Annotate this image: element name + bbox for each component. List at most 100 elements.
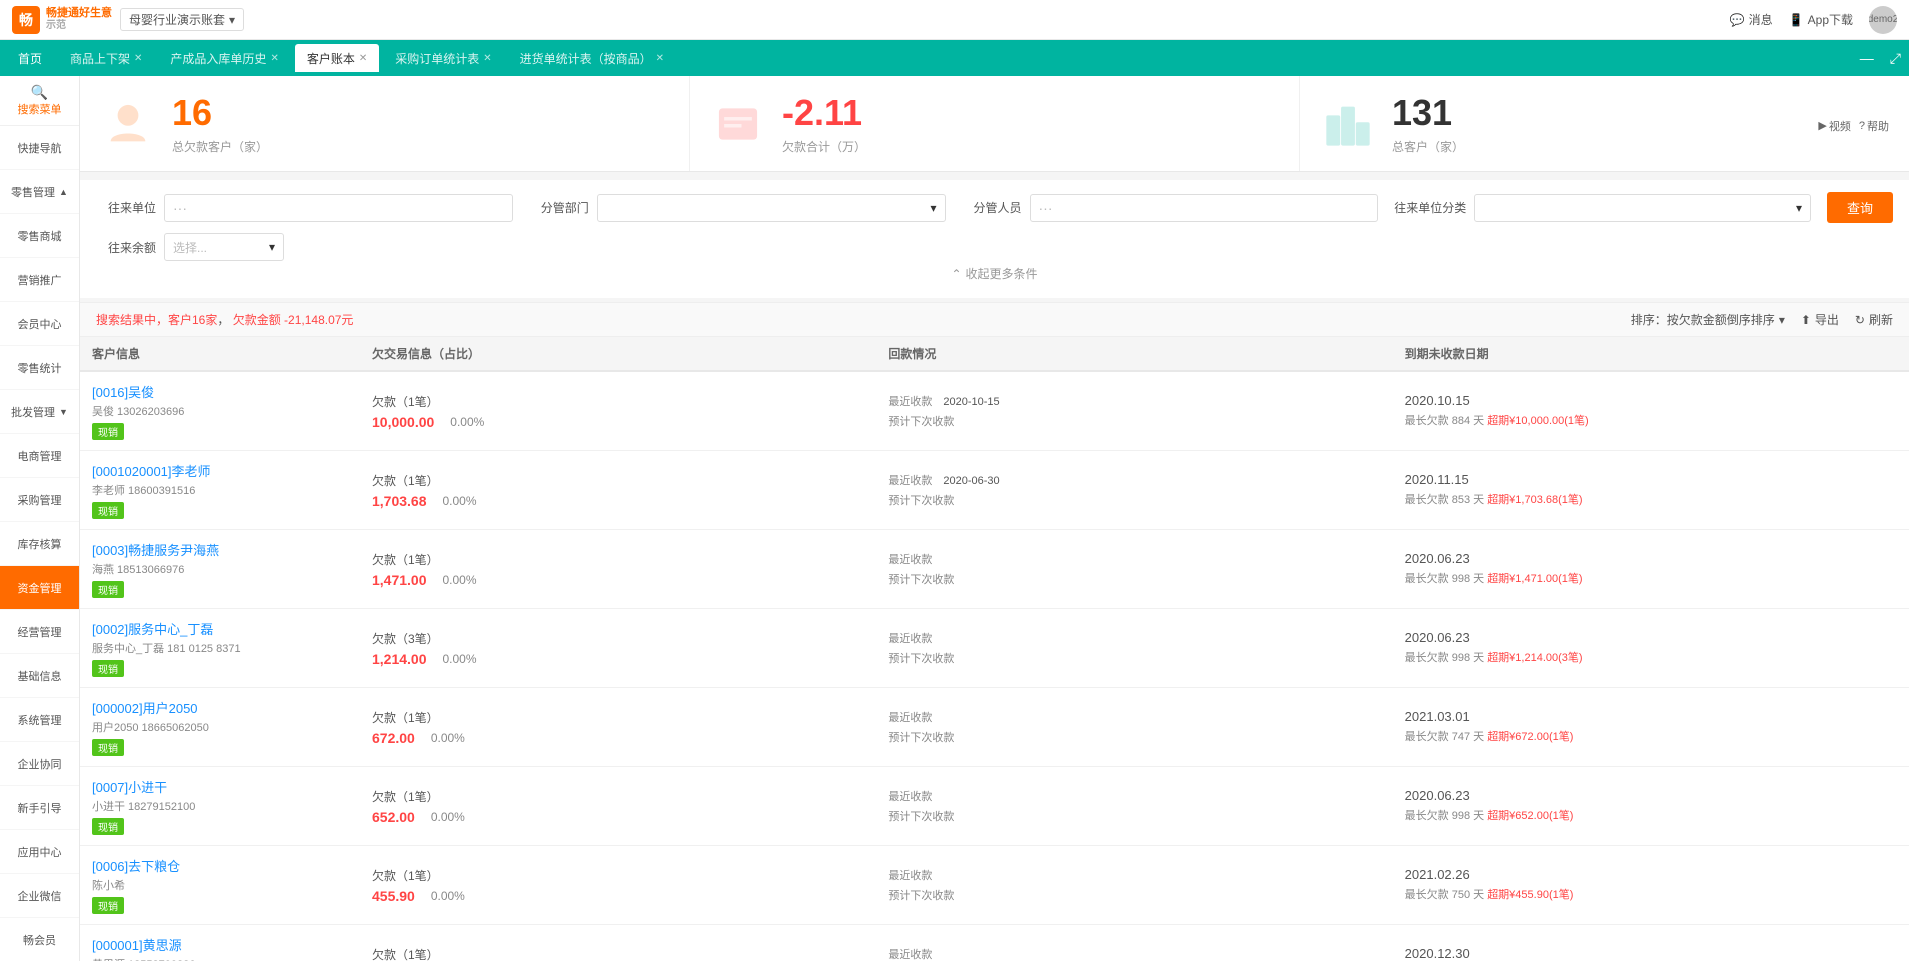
- sidebar-item-basic-info[interactable]: 基础信息: [0, 654, 79, 698]
- overdue-info-3: 最长欠款 998 天 超期¥1,214.00(3笔): [1405, 649, 1897, 665]
- refresh-button[interactable]: ↻ 刷新: [1855, 311, 1893, 328]
- sidebar-item-guide[interactable]: 新手引导: [0, 786, 79, 830]
- debt-amount-link-2[interactable]: 1,471.00: [372, 572, 427, 588]
- overdue-link-5[interactable]: 超期¥652.00(1笔): [1487, 810, 1573, 822]
- sidebar-item-marketing[interactable]: 营销推广: [0, 258, 79, 302]
- stats-row: 16 总欠款客户（家） -2.11 欠款合计（万）: [80, 76, 1909, 172]
- tab-products[interactable]: 产成品入库单历史 ✕: [158, 44, 290, 72]
- tab-close-goods[interactable]: ✕: [134, 53, 142, 64]
- sidebar-item-enterprise[interactable]: 企业协同: [0, 742, 79, 786]
- customer-name-link-1[interactable]: [0001020001]李老师: [92, 464, 211, 479]
- stat-card-customers: 16 总欠款客户（家）: [80, 76, 690, 171]
- sort-button[interactable]: 排序：按欠款金额倒序排序 ▾: [1631, 311, 1785, 328]
- sidebar-item-finance[interactable]: 资金管理: [0, 566, 79, 610]
- avatar[interactable]: demo2: [1869, 6, 1897, 34]
- customer-contact-4: 用户2050 18665062050: [92, 719, 348, 735]
- filter-item-dept: 分管部门 ▾: [529, 194, 946, 222]
- recent-pay-4: 最近收款: [888, 709, 1380, 725]
- tab-inbound[interactable]: 进货单统计表（按商品） ✕: [508, 44, 676, 72]
- debt-row-4: 672.00 0.00%: [372, 730, 864, 746]
- sidebar-item-operations[interactable]: 经营管理: [0, 610, 79, 654]
- customer-name-link-5[interactable]: [0007]小进干: [92, 780, 167, 795]
- overdue-link-0[interactable]: 超期¥10,000.00(1笔): [1487, 415, 1589, 427]
- sidebar-item-retail-mgmt[interactable]: 零售管理 ▲: [0, 170, 79, 214]
- sidebar-search[interactable]: 🔍 搜索菜单: [0, 76, 79, 126]
- overdue-link-1[interactable]: 超期¥1,703.68(1笔): [1487, 494, 1582, 506]
- tab-close-purchase[interactable]: ✕: [483, 53, 491, 64]
- sidebar-item-inventory[interactable]: 库存核算: [0, 522, 79, 566]
- tab-customer-ledger[interactable]: 客户账本 ✕: [295, 44, 379, 72]
- sidebar-item-retail-stats[interactable]: 零售统计: [0, 346, 79, 390]
- export-button[interactable]: ⬆ 导出: [1801, 311, 1839, 328]
- filter-select-category[interactable]: ▾: [1474, 194, 1811, 222]
- filter-input-unit[interactable]: ···: [164, 194, 513, 222]
- debt-amount-link-6[interactable]: 455.90: [372, 888, 415, 904]
- collapse-bar[interactable]: ⌃ 收起更多条件: [96, 261, 1893, 286]
- col-header-due-date: 到期未收款日期: [1393, 337, 1909, 370]
- customer-name-link-3[interactable]: [0002]服务中心_丁磊: [92, 622, 213, 637]
- filter-input-person[interactable]: ···: [1030, 194, 1379, 222]
- customer-name-link-7[interactable]: [000001]黄思源: [92, 938, 182, 953]
- recent-pay-3: 最近收款: [888, 630, 1380, 646]
- overdue-link-3[interactable]: 超期¥1,214.00(3笔): [1487, 652, 1582, 664]
- sidebar-item-member2[interactable]: 畅会员: [0, 918, 79, 961]
- recent-pay-0: 最近收款 2020-10-15: [888, 393, 1380, 409]
- stat-label-customers: 总欠款客户（家）: [172, 138, 268, 155]
- tab-goods[interactable]: 商品上下架 ✕: [58, 44, 154, 72]
- debt-label-0: 欠款（1笔）: [372, 393, 864, 410]
- app-download-button[interactable]: 📱 App下载: [1789, 11, 1853, 28]
- due-date-4: 2021.03.01: [1405, 709, 1897, 724]
- company-select[interactable]: 母婴行业演示账套 ▾: [120, 8, 244, 31]
- customer-tag-3: 现销: [92, 660, 124, 677]
- tab-close-inbound[interactable]: ✕: [656, 53, 664, 64]
- sidebar-item-member[interactable]: 会员中心: [0, 302, 79, 346]
- debt-amount-link-5[interactable]: 652.00: [372, 809, 415, 825]
- debt-amount-link-4[interactable]: 672.00: [372, 730, 415, 746]
- sidebar-item-quick-nav[interactable]: 快捷导航: [0, 126, 79, 170]
- customer-name-link-0[interactable]: [0016]吴俊: [92, 385, 154, 400]
- filter-select-balance[interactable]: 选择... ▾: [164, 233, 284, 261]
- sidebar-item-wechat[interactable]: 企业微信: [0, 874, 79, 918]
- debt-amount-link-0[interactable]: 10,000.00: [372, 414, 434, 430]
- debt-amount-link-3[interactable]: 1,214.00: [372, 651, 427, 667]
- table-row: [000001]黄思源 黄思源 13552700226 现销 欠款（1笔） 42…: [80, 925, 1909, 961]
- video-button[interactable]: ▶ 视频: [1818, 118, 1850, 134]
- overdue-link-4[interactable]: 超期¥672.00(1笔): [1487, 731, 1573, 743]
- cell-due-0: 2020.10.15 最长欠款 884 天 超期¥10,000.00(1笔): [1393, 383, 1909, 440]
- debt-row-1: 1,703.68 0.00%: [372, 493, 864, 509]
- help-button[interactable]: ? 帮助: [1859, 118, 1889, 134]
- sidebar-item-system[interactable]: 系统管理: [0, 698, 79, 742]
- customer-name-link-4[interactable]: [000002]用户2050: [92, 701, 198, 716]
- overdue-link-2[interactable]: 超期¥1,471.00(1笔): [1487, 573, 1582, 585]
- customer-contact-7: 黄思源 13552700226: [92, 956, 348, 961]
- table-body: [0016]吴俊 吴俊 13026203696 现销 欠款（1笔） 10,000…: [80, 372, 1909, 961]
- tab-collapse-icon[interactable]: —: [1856, 50, 1878, 66]
- customer-name-link-6[interactable]: [0006]去下粮仓: [92, 859, 180, 874]
- message-button[interactable]: 💬 消息: [1730, 11, 1773, 28]
- filter-label-balance: 往来余额: [96, 239, 156, 256]
- filter-label-category: 往来单位分类: [1394, 199, 1466, 216]
- overdue-link-6[interactable]: 超期¥455.90(1笔): [1487, 889, 1573, 901]
- cell-debt-0: 欠款（1笔） 10,000.00 0.00%: [360, 383, 876, 440]
- overdue-info-5: 最长欠款 998 天 超期¥652.00(1笔): [1405, 807, 1897, 823]
- query-button[interactable]: 查询: [1827, 192, 1893, 223]
- debt-percent-5: 0.00%: [431, 810, 465, 824]
- tab-home[interactable]: 首页: [6, 44, 54, 72]
- next-collect-2: 预计下次收款: [888, 571, 1380, 587]
- tab-close-ledger[interactable]: ✕: [359, 53, 367, 64]
- due-date-3: 2020.06.23: [1405, 630, 1897, 645]
- sidebar-item-wholesale[interactable]: 批发管理 ▼: [0, 390, 79, 434]
- sidebar-item-app-center[interactable]: 应用中心: [0, 830, 79, 874]
- sidebar-item-retail-mall[interactable]: 零售商城: [0, 214, 79, 258]
- table-section: 客户信息 欠交易信息（占比） 回款情况 到期未收款日期 [0016]吴俊 吴俊 …: [80, 337, 1909, 961]
- debt-row-6: 455.90 0.00%: [372, 888, 864, 904]
- tab-purchase[interactable]: 采购订单统计表 ✕: [383, 44, 503, 72]
- filter-item-balance: 往来余额 选择... ▾: [96, 233, 284, 261]
- customer-name-link-2[interactable]: [0003]畅捷服务尹海燕: [92, 543, 219, 558]
- sidebar-item-ecommerce[interactable]: 电商管理: [0, 434, 79, 478]
- tab-expand-icon[interactable]: ⤢: [1886, 50, 1905, 67]
- tab-close-products[interactable]: ✕: [270, 53, 278, 64]
- sidebar-item-purchase[interactable]: 采购管理: [0, 478, 79, 522]
- debt-amount-link-1[interactable]: 1,703.68: [372, 493, 427, 509]
- filter-select-dept[interactable]: ▾: [597, 194, 946, 222]
